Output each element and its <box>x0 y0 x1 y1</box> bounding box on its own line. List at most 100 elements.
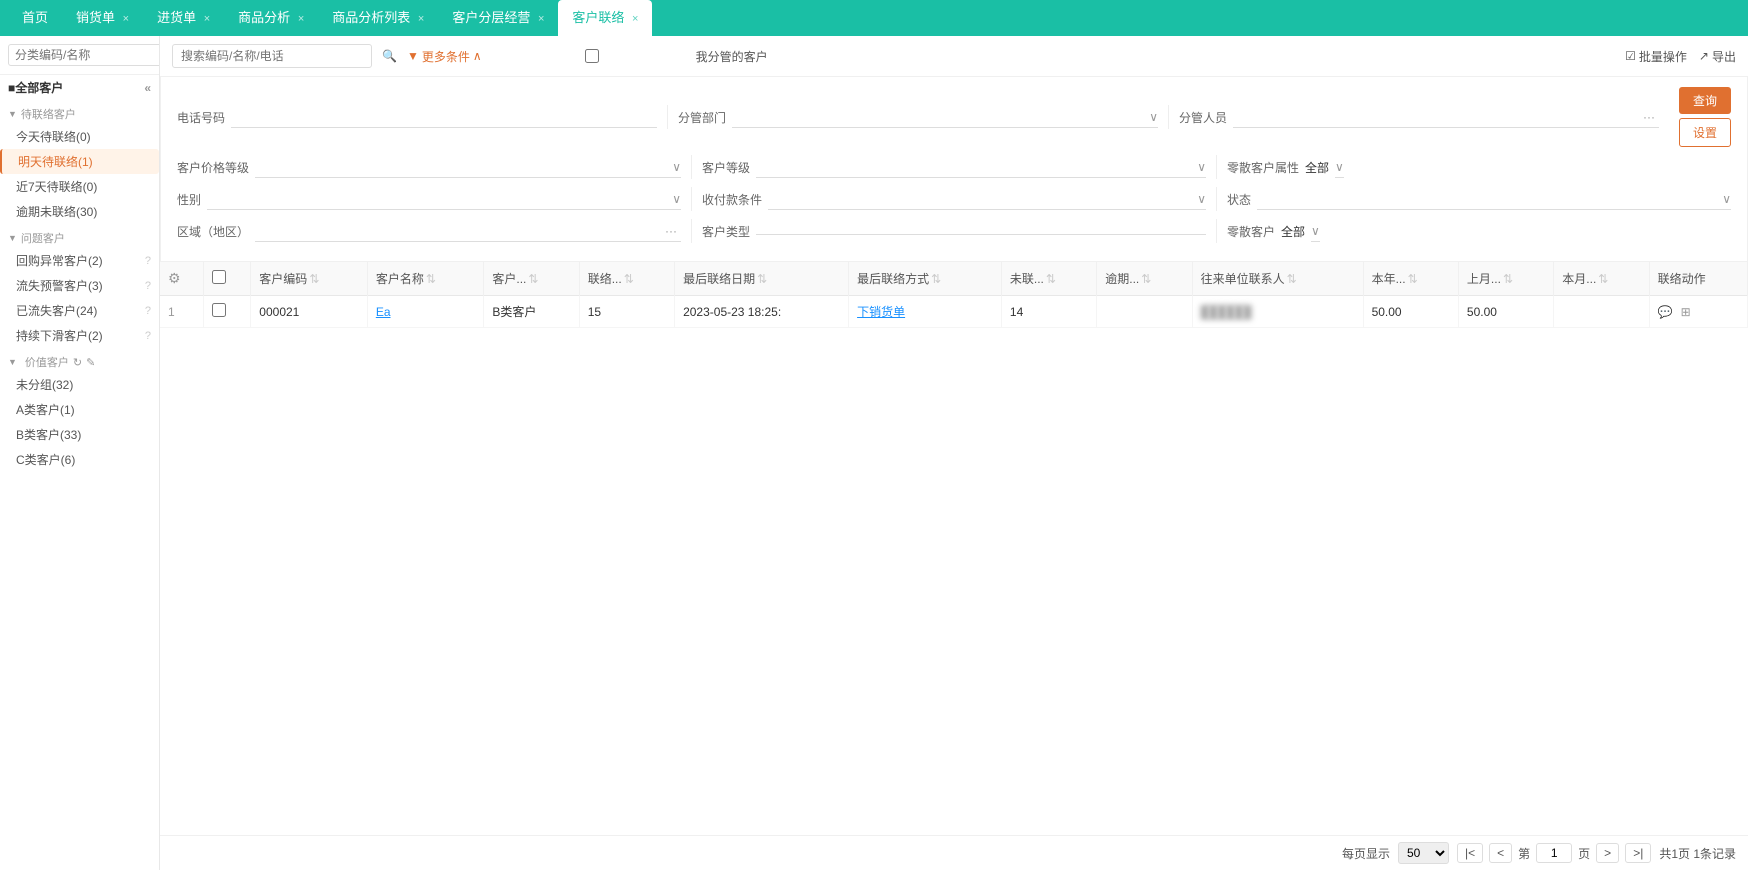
sidebar-item-today[interactable]: 今天待联络(0) <box>0 124 159 149</box>
sidebar-all-customers[interactable]: ■ 全部客户 « <box>0 75 159 100</box>
cell-last-method[interactable]: 下销货单 <box>849 296 1002 328</box>
col-header-not-contacted[interactable]: 未联...⇅ <box>1001 262 1096 296</box>
close-sales-icon[interactable]: × <box>123 13 129 25</box>
sidebar-collapse-icon[interactable]: « <box>144 81 151 95</box>
col-header-name[interactable]: 客户名称⇅ <box>367 262 484 296</box>
col-header-this-year[interactable]: 本年...⇅ <box>1363 262 1458 296</box>
close-purchase-icon[interactable]: × <box>204 13 210 25</box>
col-header-last-date[interactable]: 最后联络日期⇅ <box>675 262 849 296</box>
help-repurchase-icon[interactable]: ? <box>145 255 151 267</box>
sidebar-item-lost-warning[interactable]: 流失预警客户(3) ? <box>0 273 159 298</box>
gear-settings-icon[interactable]: ⚙ <box>168 270 181 286</box>
more-conditions-btn[interactable]: ▼ 更多条件 ∧ <box>407 48 482 65</box>
global-search-icon[interactable]: 🔍 <box>382 49 397 63</box>
customer-type-select[interactable] <box>756 228 1206 235</box>
close-customer-contact-icon[interactable]: × <box>632 13 638 25</box>
help-declining-icon[interactable]: ? <box>145 330 151 342</box>
retail-attr-select[interactable]: ∨ <box>1335 157 1344 178</box>
price-level-select[interactable]: ∨ <box>255 157 681 178</box>
my-customers-checkbox[interactable] <box>492 49 692 63</box>
select-all-checkbox[interactable] <box>212 270 226 284</box>
sidebar-item-a-class[interactable]: A类客户(1) <box>0 397 159 422</box>
batch-ops-btn[interactable]: ☑ 批量操作 <box>1625 48 1687 65</box>
filter-icon: ▼ <box>407 49 419 63</box>
action-grid-icon[interactable]: ⊞ <box>1681 305 1691 319</box>
status-select[interactable]: ∨ <box>1257 189 1731 210</box>
filter-retail-attr: 零散客户属性 全部 ∨ <box>1227 157 1731 178</box>
sidebar-search-input[interactable] <box>8 44 160 66</box>
query-button[interactable]: 查询 <box>1679 87 1731 114</box>
sidebar-group-problem: 问题客户 <box>0 224 159 248</box>
filter-gender: 性别 ∨ <box>177 189 681 210</box>
divider-7 <box>691 219 692 243</box>
retail-customer-select[interactable]: ∨ <box>1311 221 1320 242</box>
col-header-overdue[interactable]: 逾期...⇅ <box>1097 262 1192 296</box>
my-customers-checkbox-label[interactable]: 我分管的客户 <box>492 48 768 65</box>
nav-product-analysis[interactable]: 商品分析 × <box>224 0 318 36</box>
help-lost-warning-icon[interactable]: ? <box>145 280 151 292</box>
gender-arrow-icon: ∨ <box>672 192 681 206</box>
pagination: |< < 第 页 > >| <box>1457 843 1651 863</box>
setting-button[interactable]: 设置 <box>1679 118 1731 147</box>
sidebar-item-ungroup[interactable]: 未分组(32) <box>0 372 159 397</box>
payment-select[interactable]: ∨ <box>768 189 1206 210</box>
nav-customer-contact[interactable]: 客户联络 × <box>558 0 652 36</box>
help-lost-icon[interactable]: ? <box>145 305 151 317</box>
retail-attr-arrow-icon: ∨ <box>1335 160 1344 174</box>
table-row: 1 000021 Ea B类客户 15 2023-05-23 18:25: 下销… <box>160 296 1748 328</box>
close-customer-segment-icon[interactable]: × <box>538 13 544 25</box>
region-select[interactable]: ··· <box>255 221 681 242</box>
filter-person: 分管人员 ··· <box>1179 107 1659 128</box>
region-dots-icon[interactable]: ··· <box>661 224 681 238</box>
nav-home[interactable]: 首页 <box>8 0 62 36</box>
col-header-type[interactable]: 客户...⇅ <box>484 262 579 296</box>
nav-purchase[interactable]: 进货单 × <box>143 0 224 36</box>
nav-customer-segment[interactable]: 客户分层经营 × <box>438 0 558 36</box>
gender-select[interactable]: ∨ <box>207 189 681 210</box>
col-header-contacts[interactable]: 联络...⇅ <box>579 262 674 296</box>
sidebar-item-tomorrow[interactable]: 明天待联络(1) <box>0 149 159 174</box>
customer-type-label: 客户类型 <box>702 223 750 240</box>
nav-sales[interactable]: 销货单 × <box>62 0 143 36</box>
cell-name[interactable]: Ea <box>367 296 484 328</box>
sort-this-month-icon: ⇅ <box>1598 272 1608 286</box>
person-select[interactable]: ··· <box>1233 107 1659 128</box>
sidebar-item-declining[interactable]: 持续下滑客户(2) ? <box>0 323 159 348</box>
close-product-analysis-list-icon[interactable]: × <box>418 13 424 25</box>
value-group-refresh-icon[interactable]: ↻ <box>73 356 82 369</box>
col-header-last-month[interactable]: 上月...⇅ <box>1458 262 1553 296</box>
col-header-last-method[interactable]: 最后联络方式⇅ <box>849 262 1002 296</box>
close-product-analysis-icon[interactable]: × <box>298 13 304 25</box>
first-page-btn[interactable]: |< <box>1457 843 1483 863</box>
sort-not-contacted-icon: ⇅ <box>1046 272 1056 286</box>
last-page-btn[interactable]: >| <box>1625 843 1651 863</box>
next-page-btn[interactable]: > <box>1596 843 1619 863</box>
sidebar-item-overdue[interactable]: 逾期未联络(30) <box>0 199 159 224</box>
value-group-edit-icon[interactable]: ✎ <box>86 356 95 369</box>
row-checkbox[interactable] <box>212 303 226 317</box>
sidebar-item-lost[interactable]: 已流失客户(24) ? <box>0 298 159 323</box>
col-header-this-month[interactable]: 本月...⇅ <box>1554 262 1649 296</box>
divider-6 <box>1216 187 1217 211</box>
sidebar-item-repurchase-abnormal[interactable]: 回购异常客户(2) ? <box>0 248 159 273</box>
cell-contacts: 15 <box>579 296 674 328</box>
sidebar-item-c-class[interactable]: C类客户(6) <box>0 447 159 472</box>
page-number-input[interactable] <box>1536 843 1572 863</box>
customer-level-select[interactable]: ∨ <box>756 157 1206 178</box>
action-icons-group: 💬 ⊞ <box>1658 305 1739 319</box>
nav-product-analysis-list[interactable]: 商品分析列表 × <box>318 0 438 36</box>
person-dots-icon[interactable]: ··· <box>1639 110 1659 124</box>
filter-row-3: 性别 ∨ 收付款条件 ∨ 状态 <box>177 187 1731 211</box>
export-btn[interactable]: ↗ 导出 <box>1699 48 1736 65</box>
sidebar-item-b-class[interactable]: B类客户(33) <box>0 422 159 447</box>
sidebar-item-week[interactable]: 近7天待联络(0) <box>0 174 159 199</box>
col-header-unit-contact[interactable]: 往来单位联系人⇅ <box>1192 262 1363 296</box>
global-search-input[interactable] <box>172 44 372 68</box>
filter-dept: 分管部门 ∨ <box>678 107 1158 128</box>
per-page-select[interactable]: 50 100 200 <box>1398 842 1449 864</box>
dept-select[interactable]: ∨ <box>732 107 1158 128</box>
prev-page-btn[interactable]: < <box>1489 843 1512 863</box>
phone-input[interactable] <box>231 107 657 128</box>
action-chat-icon[interactable]: 💬 <box>1658 305 1673 319</box>
col-header-code[interactable]: 客户编码⇅ <box>251 262 368 296</box>
